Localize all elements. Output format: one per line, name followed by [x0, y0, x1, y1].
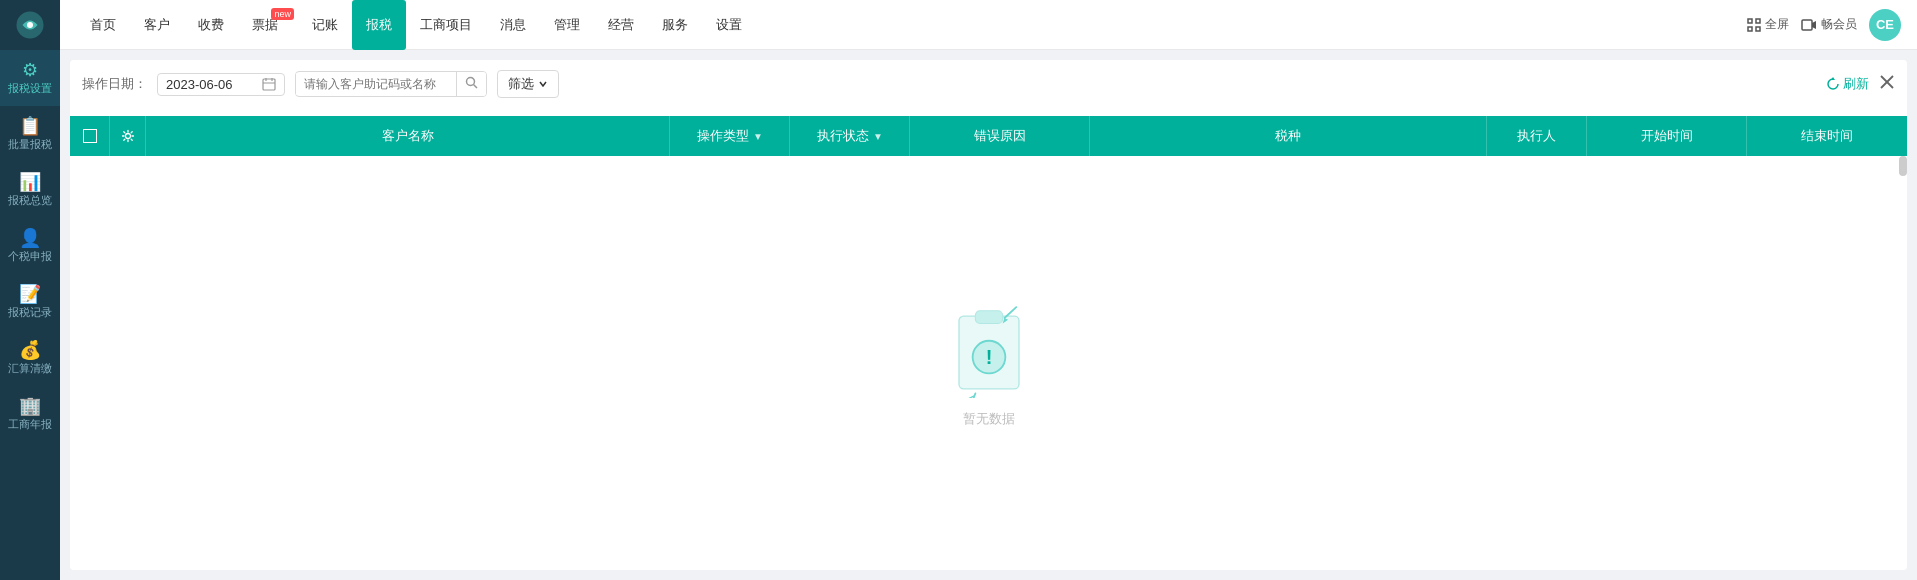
video-icon: [1801, 18, 1817, 32]
svg-text:!: !: [985, 346, 992, 368]
avatar[interactable]: CE: [1869, 9, 1901, 41]
th-check[interactable]: [70, 116, 110, 156]
svg-rect-4: [1748, 27, 1752, 31]
svg-line-25: [966, 396, 973, 398]
nav-jizhang[interactable]: 记账: [298, 0, 352, 50]
svg-rect-2: [1748, 19, 1752, 23]
svg-point-12: [467, 78, 475, 86]
right-actions: 刷新: [1826, 74, 1895, 94]
empty-text: 暂无数据: [963, 410, 1015, 428]
th-status[interactable]: 执行状态 ▼: [790, 116, 910, 156]
fullscreen-icon: [1747, 18, 1761, 32]
th-executor: 执行人: [1487, 116, 1587, 156]
refresh-icon: [1826, 77, 1840, 91]
svg-point-1: [27, 22, 33, 28]
nav-customer[interactable]: 客户: [130, 0, 184, 50]
nav-xiaoxi[interactable]: 消息: [486, 0, 540, 50]
empty-illustration: !: [944, 298, 1034, 398]
sidebar-item-baoshui-jilu[interactable]: 📝 报税记录: [0, 274, 60, 330]
calendar-icon: [262, 77, 276, 91]
th-gear[interactable]: [110, 116, 146, 156]
sidebar-item-label: 批量报税: [8, 138, 52, 151]
svg-rect-5: [1756, 27, 1760, 31]
table: 客户名称 操作类型 ▼ 执行状态 ▼ 错误原因 税种: [70, 116, 1907, 570]
filter-bar: 操作日期：: [70, 60, 1907, 108]
content-area: 操作日期：: [60, 50, 1917, 580]
date-input-wrap[interactable]: [157, 73, 285, 96]
sidebar-item-huisuan-jiao[interactable]: 💰 汇算清缴: [0, 330, 60, 386]
sidebar-item-geshuishenb[interactable]: 👤 个税申报: [0, 218, 60, 274]
nav-guanli[interactable]: 管理: [540, 0, 594, 50]
sidebar-item-baoshui-shezhi[interactable]: ⚙ 报税设置: [0, 50, 60, 106]
search-button[interactable]: [456, 72, 486, 96]
svg-rect-19: [975, 311, 1002, 324]
svg-point-17: [125, 134, 130, 139]
sidebar-item-label: 工商年报: [8, 418, 52, 431]
sidebar-item-label: 报税设置: [8, 82, 52, 95]
sidebar-item-label: 汇算清缴: [8, 362, 52, 375]
nav-home[interactable]: 首页: [76, 0, 130, 50]
sidebar-item-piliang-baoshui[interactable]: 📋 批量报税: [0, 106, 60, 162]
settings-icon: ⚙: [22, 61, 38, 79]
sort-icon: ▼: [753, 131, 763, 142]
filter-button[interactable]: 筛选: [497, 70, 559, 98]
batch-tax-icon: 📋: [19, 117, 41, 135]
sidebar-item-gongshang-nian[interactable]: 🏢 工商年报: [0, 386, 60, 442]
app-logo: [0, 0, 60, 50]
empty-state: ! 暂无数据: [924, 278, 1054, 448]
nav-shoufei[interactable]: 收费: [184, 0, 238, 50]
scrollbar[interactable]: [1899, 156, 1907, 176]
th-tax: 税种: [1090, 116, 1487, 156]
sidebar-item-label: 报税记录: [8, 306, 52, 319]
table-header: 客户名称 操作类型 ▼ 执行状态 ▼ 错误原因 税种: [70, 116, 1907, 156]
record-icon: 📝: [19, 285, 41, 303]
th-start: 开始时间: [1587, 116, 1747, 156]
sidebar-item-baoshui-zonlan[interactable]: 📊 报税总览: [0, 162, 60, 218]
sidebar: ⚙ 报税设置 📋 批量报税 📊 报税总览 👤 个税申报 📝 报税记录 💰 汇算清…: [0, 0, 60, 580]
sidebar-item-label: 个税申报: [8, 250, 52, 263]
th-end: 结束时间: [1747, 116, 1907, 156]
top-nav: 首页 客户 收费 票据 new 记账 报税 工商项目 消息 管理 经营: [60, 0, 1917, 50]
new-badge: new: [271, 8, 294, 21]
refresh-button[interactable]: 刷新: [1826, 75, 1869, 93]
chevron-down-icon: [538, 79, 548, 89]
svg-line-13: [474, 85, 478, 89]
nav-piaoju[interactable]: 票据 new: [238, 0, 298, 50]
nav-fuwu[interactable]: 服务: [648, 0, 702, 50]
nav-shezhi[interactable]: 设置: [702, 0, 756, 50]
sort-icon: ▼: [873, 131, 883, 142]
main-area: 首页 客户 收费 票据 new 记账 报税 工商项目 消息 管理 经营: [60, 0, 1917, 580]
select-all-checkbox[interactable]: [83, 129, 97, 143]
person-tax-icon: 👤: [19, 229, 41, 247]
gear-icon: [121, 129, 135, 143]
search-wrap: [295, 71, 487, 97]
th-error: 错误原因: [910, 116, 1090, 156]
settlement-icon: 💰: [19, 341, 41, 359]
search-icon: [465, 76, 478, 89]
close-icon: [1879, 74, 1895, 90]
svg-rect-6: [1802, 20, 1812, 30]
search-input[interactable]: [296, 73, 456, 95]
member-btn[interactable]: 畅会员: [1801, 16, 1857, 33]
table-body: ! 暂无数据: [70, 156, 1907, 570]
th-name: 客户名称: [146, 116, 670, 156]
svg-rect-3: [1756, 19, 1760, 23]
nav-baoshui[interactable]: 报税: [352, 0, 406, 50]
annual-report-icon: 🏢: [19, 397, 41, 415]
svg-rect-8: [263, 79, 275, 90]
fullscreen-btn[interactable]: 全屏: [1747, 16, 1789, 33]
sidebar-item-label: 报税总览: [8, 194, 52, 207]
th-op-type[interactable]: 操作类型 ▼: [670, 116, 790, 156]
close-button[interactable]: [1879, 74, 1895, 94]
nav-gongshang[interactable]: 工商项目: [406, 0, 486, 50]
date-label: 操作日期：: [82, 75, 147, 93]
date-input[interactable]: [166, 77, 256, 92]
overview-icon: 📊: [19, 173, 41, 191]
nav-jingying[interactable]: 经营: [594, 0, 648, 50]
nav-right: 全屏 畅会员 CE: [1747, 9, 1901, 41]
